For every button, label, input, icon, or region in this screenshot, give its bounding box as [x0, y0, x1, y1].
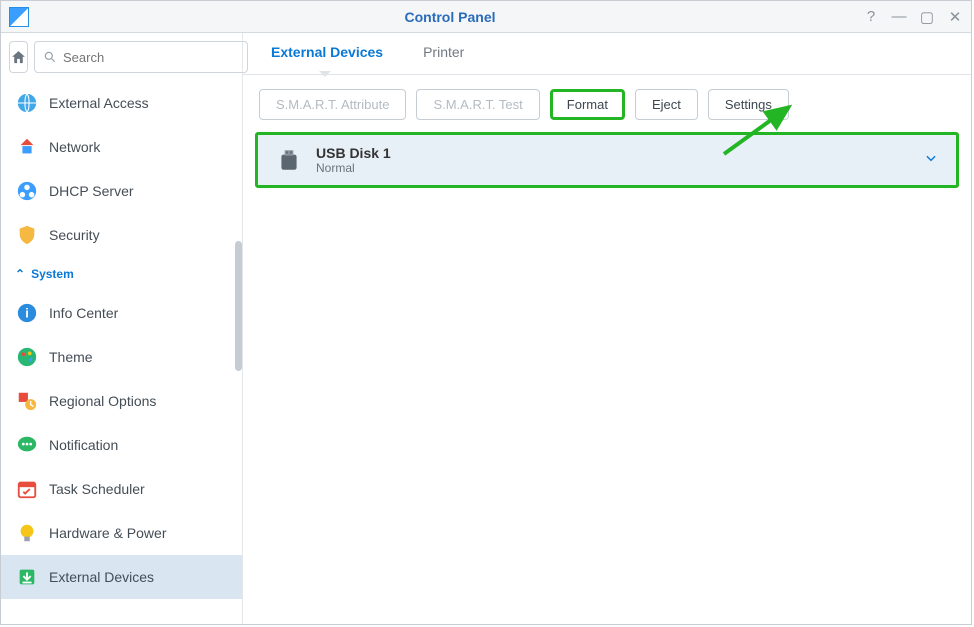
sidebar-item-label: Notification: [49, 437, 118, 453]
maximize-icon[interactable]: ▢: [919, 8, 935, 26]
minimize-icon[interactable]: —: [891, 8, 907, 26]
regional-icon: [15, 389, 39, 413]
toolbar: S.M.A.R.T. Attribute S.M.A.R.T. Test For…: [243, 75, 971, 132]
usb-disk-icon: [276, 147, 302, 173]
sidebar-item-label: DHCP Server: [49, 183, 134, 199]
sidebar-item-notification[interactable]: Notification: [1, 423, 242, 467]
search-box[interactable]: [34, 41, 248, 73]
settings-button[interactable]: Settings: [708, 89, 789, 120]
sidebar-item-label: External Access: [49, 95, 149, 111]
sidebar-item-external-devices[interactable]: External Devices: [1, 555, 242, 599]
tab-label: Printer: [423, 44, 464, 60]
sidebar-item-dhcp[interactable]: DHCP Server: [1, 169, 242, 213]
home-icon: [10, 49, 27, 66]
sidebar-item-label: External Devices: [49, 569, 154, 585]
sidebar-item-info-center[interactable]: i Info Center: [1, 291, 242, 335]
info-icon: i: [15, 301, 39, 325]
sidebar-item-regional[interactable]: Regional Options: [1, 379, 242, 423]
window-title: Control Panel: [37, 9, 863, 25]
format-button[interactable]: Format: [550, 89, 625, 120]
chevron-down-icon[interactable]: [924, 151, 938, 170]
sidebar-item-label: Regional Options: [49, 393, 156, 409]
sidebar-item-external-access[interactable]: External Access: [1, 81, 242, 125]
sidebar-item-security[interactable]: Security: [1, 213, 242, 257]
section-label: System: [31, 267, 74, 281]
network-icon: [15, 135, 39, 159]
sidebar-item-label: Info Center: [49, 305, 118, 321]
home-button[interactable]: [9, 41, 28, 73]
sidebar-item-hardware-power[interactable]: Hardware & Power: [1, 511, 242, 555]
device-status: Normal: [316, 161, 924, 175]
device-name: USB Disk 1: [316, 145, 924, 161]
sidebar-item-label: Security: [49, 227, 100, 243]
chevron-up-icon: ⌃: [15, 267, 25, 281]
chat-icon: [15, 433, 39, 457]
sidebar-item-task-scheduler[interactable]: Task Scheduler: [1, 467, 242, 511]
tabs: External Devices Printer: [243, 33, 971, 75]
titlebar: Control Panel ? — ▢ ✕: [1, 1, 971, 33]
calendar-icon: [15, 477, 39, 501]
app-icon: [9, 7, 29, 27]
sidebar: External Access Network DHCP Server Secu…: [1, 33, 243, 624]
tab-label: External Devices: [271, 44, 383, 60]
smart-attribute-button[interactable]: S.M.A.R.T. Attribute: [259, 89, 406, 120]
sidebar-item-label: Hardware & Power: [49, 525, 167, 541]
sidebar-item-label: Network: [49, 139, 100, 155]
globe-icon: [15, 91, 39, 115]
search-icon: [43, 50, 57, 64]
sidebar-item-theme[interactable]: Theme: [1, 335, 242, 379]
dhcp-icon: [15, 179, 39, 203]
bulb-icon: [15, 521, 39, 545]
tab-external-devices[interactable]: External Devices: [251, 33, 403, 74]
svg-text:i: i: [25, 306, 29, 321]
tab-printer[interactable]: Printer: [403, 33, 484, 74]
sidebar-item-label: Task Scheduler: [49, 481, 145, 497]
search-input[interactable]: [63, 50, 239, 65]
close-icon[interactable]: ✕: [947, 8, 963, 26]
device-row[interactable]: USB Disk 1 Normal: [255, 132, 959, 188]
sidebar-item-label: Theme: [49, 349, 93, 365]
eject-button[interactable]: Eject: [635, 89, 698, 120]
drive-icon: [15, 565, 39, 589]
scrollbar-thumb[interactable]: [235, 241, 242, 371]
help-icon[interactable]: ?: [863, 8, 879, 26]
sidebar-section-system[interactable]: ⌃ System: [1, 257, 242, 291]
sidebar-item-network[interactable]: Network: [1, 125, 242, 169]
shield-icon: [15, 223, 39, 247]
smart-test-button[interactable]: S.M.A.R.T. Test: [416, 89, 539, 120]
main-panel: External Devices Printer S.M.A.R.T. Attr…: [243, 33, 971, 624]
palette-icon: [15, 345, 39, 369]
